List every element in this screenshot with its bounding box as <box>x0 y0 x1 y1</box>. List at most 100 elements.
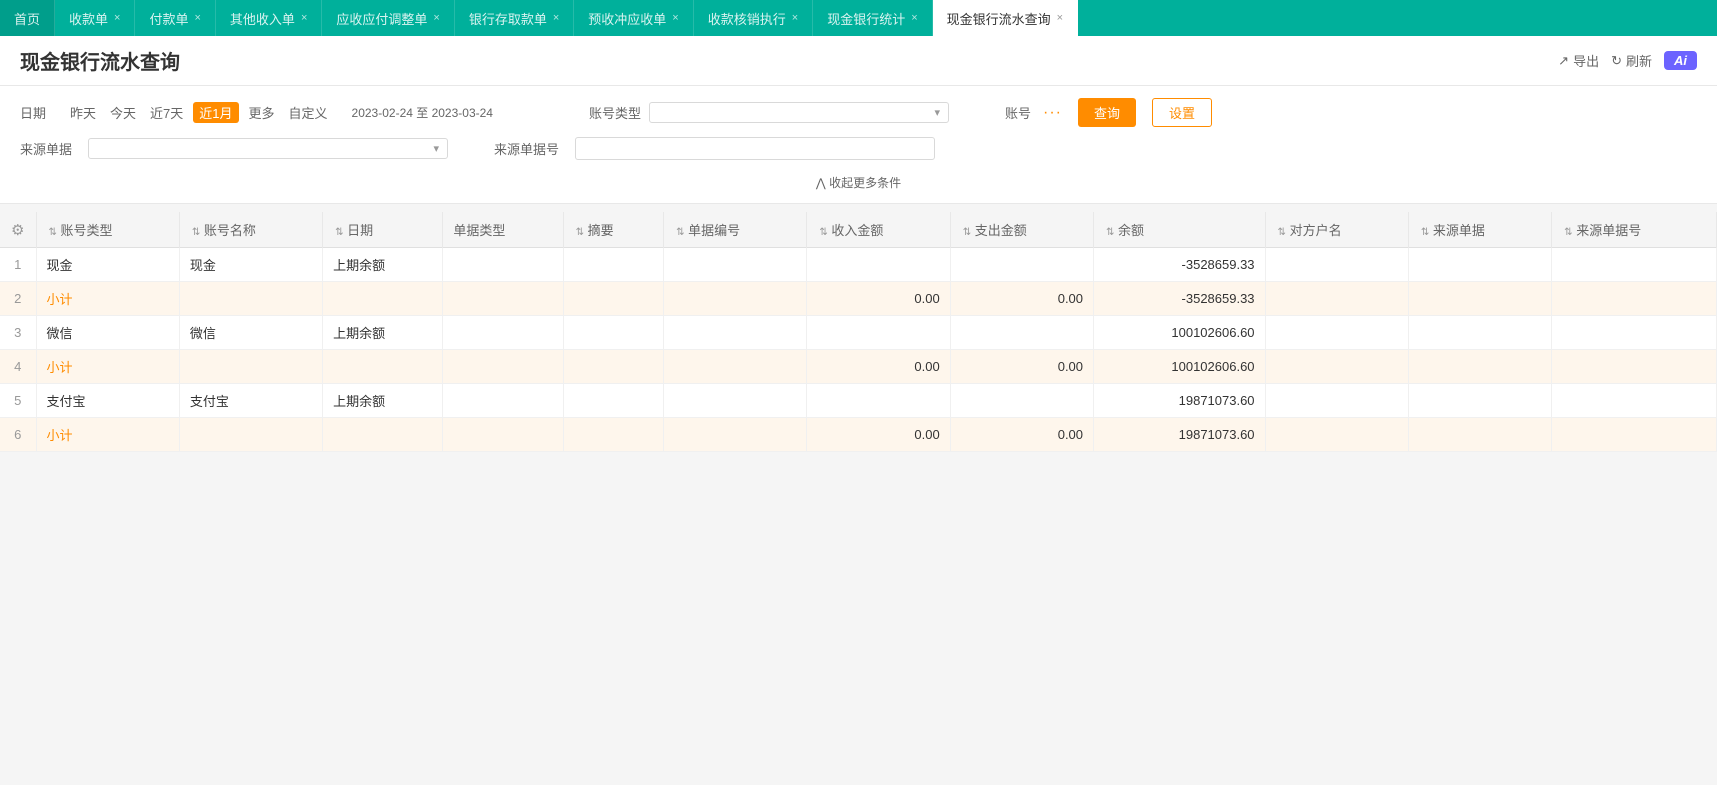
date-btn-more[interactable]: 更多 <box>245 102 279 123</box>
col-source-doc-sort-icon[interactable]: ⇅ <box>1421 227 1429 238</box>
account-no-area: ··· <box>1043 104 1062 122</box>
cell-counterpart <box>1265 418 1408 452</box>
cell-account_type: 支付宝 <box>36 384 179 418</box>
table-row: 3微信微信上期余额100102606.60 <box>0 316 1717 350</box>
date-label: 日期 <box>20 103 50 122</box>
cell-account_name: 支付宝 <box>179 384 322 418</box>
account-type-select[interactable]: ▾ <box>649 102 949 123</box>
nav-tab-stats-close[interactable]: × <box>911 12 917 24</box>
cell-doc_type <box>443 384 563 418</box>
nav-home[interactable]: 首页 <box>0 0 55 36</box>
nav-tab-advance-label: 预收冲应收单 <box>588 9 666 28</box>
nav-tab-bank-withdraw[interactable]: 银行存取款单 × <box>455 0 574 36</box>
col-doc-no-sort-icon[interactable]: ⇅ <box>676 227 684 238</box>
source-doc-no-label: 来源单据号 <box>494 139 559 158</box>
settings-button[interactable]: 设置 <box>1152 98 1212 127</box>
date-btn-7days[interactable]: 近7天 <box>146 102 187 123</box>
source-doc-select[interactable]: ▾ <box>88 138 448 159</box>
export-icon: ↗ <box>1558 53 1569 69</box>
export-button[interactable]: ↗ 导出 <box>1558 51 1599 70</box>
table-settings-icon[interactable]: ⚙ <box>11 222 24 239</box>
cell-doc_type <box>443 316 563 350</box>
nav-tab-payments-close[interactable]: × <box>194 12 200 24</box>
cell-expense: 0.00 <box>950 282 1093 316</box>
cell-income: 0.00 <box>807 418 950 452</box>
collapse-bar[interactable]: ⋀ 收起更多条件 <box>20 170 1697 191</box>
cell-balance: 19871073.60 <box>1094 418 1266 452</box>
source-doc-label: 来源单据 <box>20 139 72 158</box>
account-no-dots-button[interactable]: ··· <box>1043 104 1062 122</box>
cell-date: 上期余额 <box>323 248 443 282</box>
row-num-cell: 3 <box>0 316 36 350</box>
col-account-type-sort-icon[interactable]: ⇅ <box>49 227 57 238</box>
ai-button[interactable]: Ai <box>1664 51 1697 70</box>
nav-tab-advance[interactable]: 预收冲应收单 × <box>574 0 693 36</box>
cell-counterpart <box>1265 350 1408 384</box>
nav-tab-adjust[interactable]: 应收应付调整单 × <box>322 0 454 36</box>
cell-doc_no <box>664 384 807 418</box>
nav-tab-receipts[interactable]: 收款单 × <box>55 0 135 36</box>
cell-counterpart <box>1265 316 1408 350</box>
row-num-cell: 4 <box>0 350 36 384</box>
col-account-type: ⇅ 账号类型 <box>36 212 179 248</box>
nav-tab-receipts-close[interactable]: × <box>114 12 120 24</box>
col-source-doc: ⇅ 来源单据 <box>1408 212 1551 248</box>
query-button[interactable]: 查询 <box>1078 98 1136 127</box>
cell-doc_no <box>664 316 807 350</box>
col-income-sort-icon[interactable]: ⇅ <box>819 227 827 238</box>
nav-tab-writeoff-close[interactable]: × <box>792 12 798 24</box>
cell-account_type: 现金 <box>36 248 179 282</box>
row-num-cell: 2 <box>0 282 36 316</box>
table-body: 1现金现金上期余额-3528659.332小计0.000.00-3528659.… <box>0 248 1717 452</box>
table-row: 6小计0.000.0019871073.60 <box>0 418 1717 452</box>
data-table: ⚙ ⇅ 账号类型 ⇅ 账号名称 ⇅ 日期 单据类型 ⇅ 摘要 <box>0 212 1717 452</box>
col-summary-sort-icon[interactable]: ⇅ <box>576 227 584 238</box>
col-counterpart-sort-icon[interactable]: ⇅ <box>1278 227 1286 238</box>
nav-tab-other-income-close[interactable]: × <box>301 12 307 24</box>
col-date-sort-icon[interactable]: ⇅ <box>335 227 343 238</box>
date-btn-yesterday[interactable]: 昨天 <box>66 102 100 123</box>
account-no-label: 账号 <box>1005 103 1035 122</box>
col-source-doc-no-sort-icon[interactable]: ⇅ <box>1564 227 1572 238</box>
cell-doc_type <box>443 418 563 452</box>
refresh-icon: ↻ <box>1611 53 1622 69</box>
table-row: 1现金现金上期余额-3528659.33 <box>0 248 1717 282</box>
cell-account_type: 微信 <box>36 316 179 350</box>
col-expense-sort-icon[interactable]: ⇅ <box>963 227 971 238</box>
col-balance-sort-icon[interactable]: ⇅ <box>1106 227 1114 238</box>
nav-tab-advance-close[interactable]: × <box>672 12 678 24</box>
cell-date <box>323 282 443 316</box>
cell-counterpart <box>1265 282 1408 316</box>
header-actions: ↗ 导出 ↻ 刷新 Ai <box>1558 51 1697 70</box>
cell-balance: -3528659.33 <box>1094 248 1266 282</box>
cell-source_doc_no <box>1552 418 1717 452</box>
nav-home-label: 首页 <box>14 9 40 28</box>
nav-tab-cashflow[interactable]: 现金银行流水查询 × <box>933 0 1078 36</box>
nav-tab-stats-label: 现金银行统计 <box>827 9 905 28</box>
nav-tab-other-income[interactable]: 其他收入单 × <box>216 0 322 36</box>
cell-source_doc <box>1408 350 1551 384</box>
nav-tab-writeoff[interactable]: 收款核销执行 × <box>694 0 813 36</box>
cell-source_doc <box>1408 418 1551 452</box>
table-container: ⚙ ⇅ 账号类型 ⇅ 账号名称 ⇅ 日期 单据类型 ⇅ 摘要 <box>0 212 1717 452</box>
nav-tab-payments[interactable]: 付款单 × <box>135 0 215 36</box>
row-num-cell: 5 <box>0 384 36 418</box>
cell-expense <box>950 384 1093 418</box>
date-btn-today[interactable]: 今天 <box>106 102 140 123</box>
nav-tab-adjust-close[interactable]: × <box>433 12 439 24</box>
chevron-down-icon: ▾ <box>934 106 940 119</box>
source-doc-no-input[interactable] <box>575 137 935 160</box>
cell-expense: 0.00 <box>950 350 1093 384</box>
col-balance: ⇅ 余额 <box>1094 212 1266 248</box>
date-btn-custom[interactable]: 自定义 <box>285 102 332 123</box>
cell-account_type: 小计 <box>36 350 179 384</box>
nav-tab-stats[interactable]: 现金银行统计 × <box>813 0 932 36</box>
col-account-name-sort-icon[interactable]: ⇅ <box>192 227 200 238</box>
refresh-button[interactable]: ↻ 刷新 <box>1611 51 1652 70</box>
cell-balance: -3528659.33 <box>1094 282 1266 316</box>
cell-source_doc <box>1408 384 1551 418</box>
cell-balance: 100102606.60 <box>1094 350 1266 384</box>
nav-tab-cashflow-close[interactable]: × <box>1057 12 1063 24</box>
nav-tab-bank-withdraw-close[interactable]: × <box>553 12 559 24</box>
date-btn-1month[interactable]: 近1月 <box>193 102 238 123</box>
